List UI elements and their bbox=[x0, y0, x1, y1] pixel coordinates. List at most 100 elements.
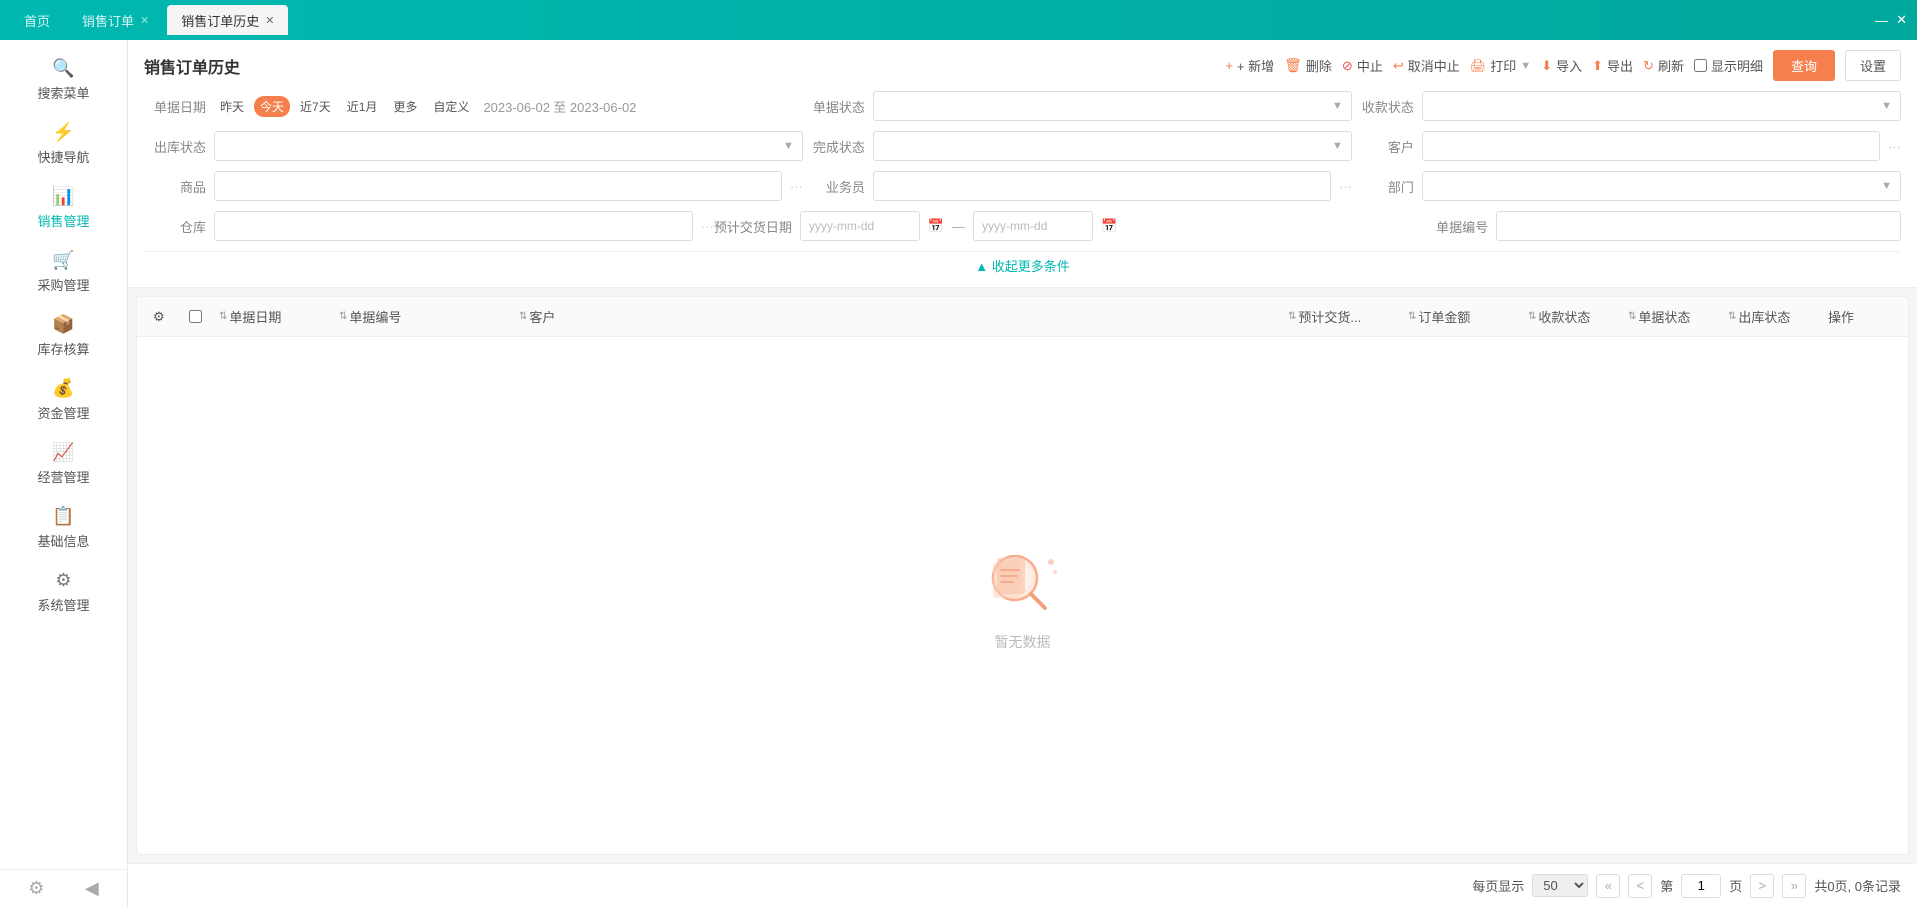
filter-row-2: 出库状态 ▼ 完成状态 ▼ bbox=[144, 131, 1901, 161]
date-btn-7days[interactable]: 近7天 bbox=[294, 96, 337, 117]
sidebar-item-quick-nav[interactable]: ⚡ 快捷导航 bbox=[0, 112, 127, 176]
payment-status-arrow-icon: ▼ bbox=[1881, 100, 1892, 112]
inventory-icon: 📦 bbox=[52, 314, 74, 335]
tab-sales-order-history[interactable]: 销售订单历史 ✕ bbox=[167, 5, 288, 35]
sys-mgmt-icon: ⚙ bbox=[55, 570, 71, 591]
delivery-date-from-input[interactable]: yyyy-mm-dd bbox=[800, 211, 920, 241]
sidebar-item-base-info[interactable]: 📋 基础信息 bbox=[0, 496, 127, 560]
th-outbound-sort-icon: ⇅ bbox=[1728, 311, 1736, 322]
sidebar-item-search-menu[interactable]: 🔍 搜索菜单 bbox=[0, 48, 127, 112]
th-status-label: 单据状态 bbox=[1638, 307, 1690, 326]
page-label: 第 bbox=[1660, 876, 1673, 895]
cancel-stop-button[interactable]: ↩ 取消中止 bbox=[1393, 56, 1460, 75]
product-input[interactable] bbox=[214, 171, 782, 201]
th-payment-sort-icon: ⇅ bbox=[1528, 311, 1536, 322]
product-more-icon[interactable]: ··· bbox=[790, 179, 803, 194]
settings-button[interactable]: 设置 bbox=[1845, 50, 1901, 81]
sidebar: 🔍 搜索菜单 ⚡ 快捷导航 📊 销售管理 🛒 采购管理 📦 库存核算 💰 资金管… bbox=[0, 40, 128, 907]
salesperson-input[interactable] bbox=[873, 171, 1331, 201]
outbound-select[interactable]: ▼ bbox=[214, 131, 803, 161]
th-payment-label: 收款状态 bbox=[1538, 307, 1590, 326]
refresh-button[interactable]: ↻ 刷新 bbox=[1643, 56, 1684, 75]
stop-button[interactable]: ⊘ 中止 bbox=[1342, 56, 1383, 75]
query-button[interactable]: 查询 bbox=[1773, 50, 1835, 81]
sidebar-item-purchase-mgmt[interactable]: 🛒 采购管理 bbox=[0, 240, 127, 304]
filter-group-date: 单据日期 昨天 今天 近7天 近1月 更多 自定义 2023-06-02 至 2… bbox=[144, 96, 803, 117]
th-delivery[interactable]: ⇅ 预计交货... bbox=[1280, 307, 1400, 326]
calendar-from-icon[interactable]: 📅 bbox=[928, 218, 944, 234]
doc-status-select[interactable]: ▼ bbox=[873, 91, 1352, 121]
first-page-button[interactable]: « bbox=[1596, 874, 1620, 898]
delete-button[interactable]: 🗑 删除 bbox=[1284, 56, 1332, 75]
delivery-date-to-input[interactable]: yyyy-mm-dd bbox=[973, 211, 1093, 241]
last-page-button[interactable]: » bbox=[1782, 874, 1806, 898]
new-button[interactable]: + + 新增 bbox=[1225, 56, 1274, 75]
date-btn-more[interactable]: 更多 bbox=[387, 96, 423, 117]
date-btn-custom[interactable]: 自定义 bbox=[427, 96, 475, 117]
collapse-filter-row[interactable]: ▲ 收起更多条件 bbox=[144, 251, 1901, 277]
th-payment[interactable]: ⇅ 收款状态 bbox=[1520, 307, 1620, 326]
print-button[interactable]: 🖨 打印 ▼ bbox=[1470, 56, 1531, 75]
sidebar-item-quick-nav-label: 快捷导航 bbox=[37, 147, 89, 166]
th-delivery-label: 预计交货... bbox=[1298, 307, 1361, 326]
th-outbound[interactable]: ⇅ 出库状态 bbox=[1720, 307, 1820, 326]
main-layout: 🔍 搜索菜单 ⚡ 快捷导航 📊 销售管理 🛒 采购管理 📦 库存核算 💰 资金管… bbox=[0, 40, 1917, 907]
tab-sales-order-close[interactable]: ✕ bbox=[140, 14, 149, 27]
warehouse-more-icon[interactable]: ··· bbox=[701, 219, 714, 234]
finance-icon: 💰 bbox=[52, 378, 74, 399]
sidebar-item-inventory[interactable]: 📦 库存核算 bbox=[0, 304, 127, 368]
sidebar-item-sys-mgmt[interactable]: ⚙ 系统管理 bbox=[0, 560, 127, 624]
sidebar-settings-icon[interactable]: ⚙ bbox=[28, 878, 44, 899]
th-checkbox[interactable] bbox=[181, 310, 211, 323]
table-gear-icon: ⚙ bbox=[153, 309, 165, 325]
minimize-icon[interactable]: — bbox=[1875, 13, 1888, 28]
tab-sales-order-history-close[interactable]: ✕ bbox=[265, 14, 274, 27]
th-settings[interactable]: ⚙ bbox=[145, 309, 181, 325]
payment-status-content: ▼ bbox=[1422, 91, 1901, 121]
first-page-icon: « bbox=[1605, 878, 1612, 893]
sidebar-collapse-icon[interactable]: ◀ bbox=[85, 878, 99, 899]
page-unit-label: 页 bbox=[1729, 876, 1742, 895]
doc-number-input[interactable] bbox=[1496, 211, 1901, 241]
date-btn-1month[interactable]: 近1月 bbox=[341, 96, 384, 117]
sidebar-item-sales-mgmt[interactable]: 📊 销售管理 bbox=[0, 176, 127, 240]
doc-status-arrow-icon: ▼ bbox=[1332, 100, 1343, 112]
completion-select[interactable]: ▼ bbox=[873, 131, 1352, 161]
department-select[interactable]: ▼ bbox=[1422, 171, 1901, 201]
page-size-select[interactable]: 50 10 20 100 bbox=[1532, 874, 1588, 897]
salesperson-more-icon[interactable]: ··· bbox=[1339, 179, 1352, 194]
close-icon[interactable]: ✕ bbox=[1896, 12, 1907, 28]
payment-status-select[interactable]: ▼ bbox=[1422, 91, 1901, 121]
page-number-input[interactable] bbox=[1681, 874, 1721, 898]
th-docnum[interactable]: ⇅ 单据编号 bbox=[331, 307, 511, 326]
next-page-button[interactable]: > bbox=[1750, 874, 1774, 898]
th-amount[interactable]: ⇅ 订单金额 bbox=[1400, 307, 1520, 326]
tab-home[interactable]: 首页 bbox=[10, 5, 64, 35]
export-button[interactable]: ⬆ 导出 bbox=[1592, 56, 1633, 75]
calendar-to-icon[interactable]: 📅 bbox=[1101, 218, 1117, 234]
th-date-sort-icon: ⇅ bbox=[219, 311, 227, 322]
collapse-filter-label: ▲ 收起更多条件 bbox=[975, 259, 1069, 274]
table-header: ⚙ ⇅ 单据日期 ⇅ 单据编号 ⇅ 客户 ⇅ bbox=[137, 297, 1908, 337]
next-page-icon: > bbox=[1759, 878, 1767, 893]
department-label: 部门 bbox=[1352, 177, 1422, 196]
export-icon: ⬆ bbox=[1592, 58, 1603, 74]
th-customer[interactable]: ⇅ 客户 bbox=[511, 307, 1280, 326]
date-btn-yesterday[interactable]: 昨天 bbox=[214, 96, 250, 117]
select-all-checkbox[interactable] bbox=[189, 310, 202, 323]
doc-date-label: 单据日期 bbox=[144, 97, 214, 116]
date-btn-today[interactable]: 今天 bbox=[254, 96, 290, 117]
sidebar-item-finance[interactable]: 💰 资金管理 bbox=[0, 368, 127, 432]
warehouse-input[interactable] bbox=[214, 211, 693, 241]
import-button[interactable]: ⬇ 导入 bbox=[1541, 56, 1582, 75]
display-detail-button[interactable]: 显示明细 bbox=[1694, 56, 1763, 75]
prev-page-button[interactable]: < bbox=[1628, 874, 1652, 898]
customer-input[interactable] bbox=[1422, 131, 1880, 161]
tab-sales-order[interactable]: 销售订单 ✕ bbox=[68, 5, 163, 35]
th-status[interactable]: ⇅ 单据状态 bbox=[1620, 307, 1720, 326]
th-date[interactable]: ⇅ 单据日期 bbox=[211, 307, 331, 326]
display-detail-checkbox[interactable] bbox=[1694, 59, 1707, 72]
customer-label: 客户 bbox=[1352, 137, 1422, 156]
sidebar-item-ops-mgmt[interactable]: 📈 经营管理 bbox=[0, 432, 127, 496]
customer-more-icon[interactable]: ··· bbox=[1888, 139, 1901, 154]
